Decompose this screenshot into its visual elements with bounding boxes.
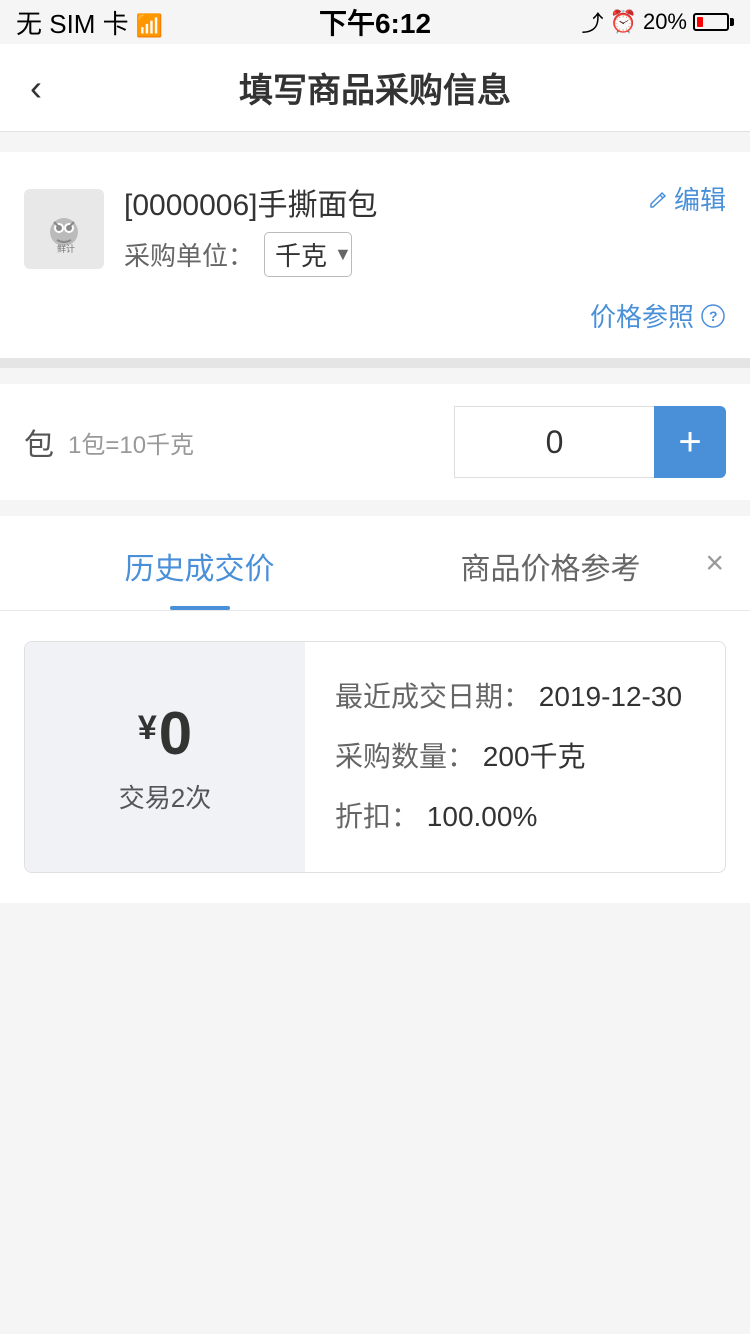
recent-date-value: 2019-12-30 (539, 681, 682, 712)
status-bar: 无 SIM 卡 📶 下午6:12 ⤴ ⏰ 20% (0, 0, 750, 44)
discount-label: 折扣： (335, 801, 419, 832)
unit-select-wrap[interactable]: 千克 ▼ (264, 232, 352, 277)
quantity-label-wrap: 包 1包=10千克 (24, 420, 194, 464)
price-ref-button[interactable]: 价格参照 ? (590, 297, 726, 334)
battery-percent: 20% (643, 9, 687, 35)
purchase-qty-value: 200千克 (483, 741, 586, 772)
unit-label: 采购单位： (124, 236, 254, 273)
tabs-close-button[interactable]: × (695, 535, 734, 592)
status-time: 下午6:12 (319, 2, 431, 42)
info-card: ¥ 0 交易2次 最近成交日期： 2019-12-30 采购数量： 200千克 … (24, 641, 726, 873)
edit-icon (648, 188, 670, 210)
quantity-controls: 0 + (454, 406, 726, 478)
trade-count: 交易2次 (119, 778, 211, 815)
recent-date-row: 最近成交日期： 2019-12-30 (335, 676, 695, 718)
alarm-icon: ⏰ (610, 9, 637, 35)
tabs-header: 历史成交价 商品价格参考 × (0, 516, 750, 611)
card-right: 最近成交日期： 2019-12-30 采购数量： 200千克 折扣： 100.0… (305, 642, 725, 872)
product-thumbnail: 鲜计 (24, 189, 104, 269)
location-icon: ⤴ (582, 6, 604, 38)
purchase-qty-row: 采购数量： 200千克 (335, 736, 695, 778)
tabs-section: 历史成交价 商品价格参考 × ¥ 0 交易2次 最近成交日期： 2019-12-… (0, 516, 750, 903)
currency-symbol: ¥ (138, 709, 157, 748)
product-name: [0000006]手撕面包 (124, 180, 377, 224)
quantity-section: 包 1包=10千克 0 + (0, 384, 750, 500)
quantity-plus-button[interactable]: + (654, 406, 726, 478)
unit-value[interactable]: 千克 (264, 232, 352, 277)
divider-bar (0, 358, 750, 368)
quantity-unit-badge: 包 (24, 420, 54, 464)
nav-bar: ‹ 填写商品采购信息 (0, 44, 750, 132)
status-signal: 无 SIM 卡 📶 (16, 4, 163, 41)
svg-text:鲜计: 鲜计 (57, 243, 75, 254)
product-left: 鲜计 [0000006]手撕面包 采购单位： 千克 ▼ (24, 180, 377, 277)
card-left: ¥ 0 交易2次 (25, 642, 305, 872)
product-info: [0000006]手撕面包 采购单位： 千克 ▼ (124, 180, 377, 277)
status-right: ⤴ ⏰ 20% (582, 6, 734, 38)
price-value: 0 (159, 699, 192, 768)
product-bottom-row: 价格参照 ? (24, 297, 726, 334)
tab-product-price-ref[interactable]: 商品价格参考 (375, 516, 726, 610)
product-unit-row: 采购单位： 千克 ▼ (124, 232, 377, 277)
back-button[interactable]: ‹ (20, 57, 52, 119)
purchase-qty-label: 采购数量： (335, 741, 475, 772)
svg-text:?: ? (709, 308, 718, 324)
product-header: 鲜计 [0000006]手撕面包 采购单位： 千克 ▼ 编辑 (24, 180, 726, 277)
discount-row: 折扣： 100.00% (335, 796, 695, 838)
discount-value: 100.00% (427, 801, 538, 832)
card-section: ¥ 0 交易2次 最近成交日期： 2019-12-30 采购数量： 200千克 … (0, 611, 750, 903)
recent-date-label: 最近成交日期： (335, 681, 531, 712)
tab-history-price[interactable]: 历史成交价 (24, 516, 375, 610)
page-title: 填写商品采购信息 (239, 63, 511, 112)
quantity-sub-label: 1包=10千克 (68, 425, 194, 460)
product-section: 鲜计 [0000006]手撕面包 采购单位： 千克 ▼ 编辑 (0, 152, 750, 358)
battery-icon (693, 13, 734, 31)
edit-button[interactable]: 编辑 (648, 180, 726, 217)
quantity-input[interactable]: 0 (454, 406, 654, 478)
product-thumb-icon: 鲜计 (39, 204, 89, 254)
help-icon: ? (700, 303, 726, 329)
card-price: ¥ 0 (138, 699, 192, 768)
